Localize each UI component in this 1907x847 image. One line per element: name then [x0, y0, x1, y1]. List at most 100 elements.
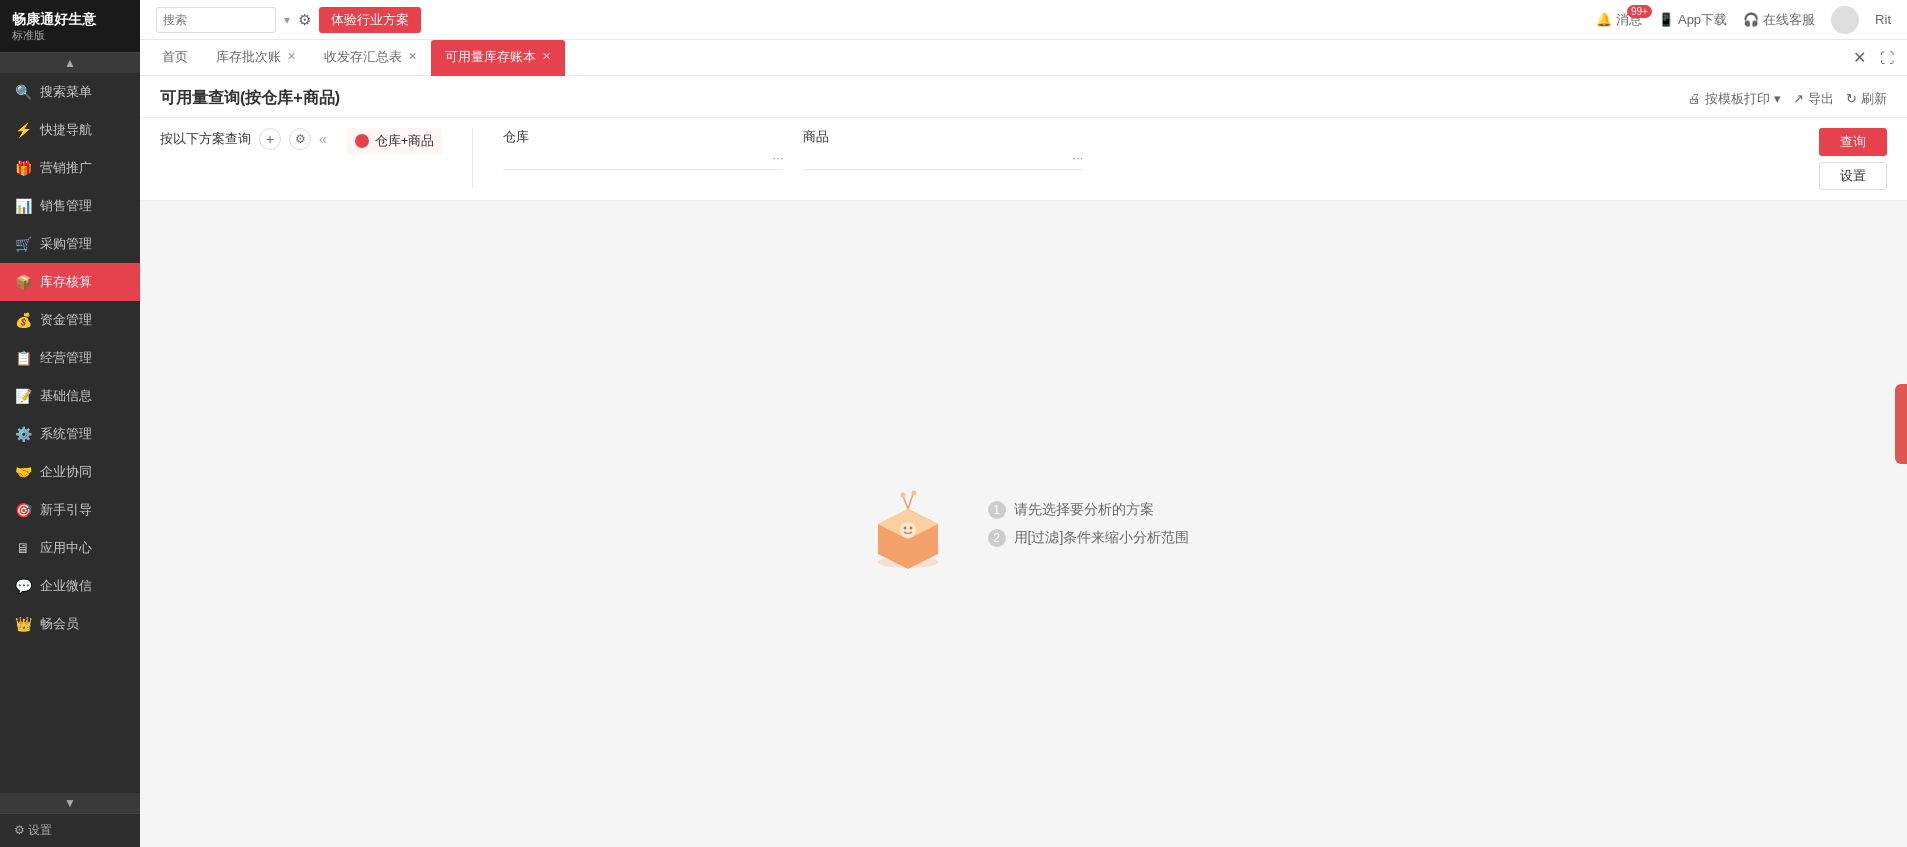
app-logo: 畅康通好生意 标准版: [0, 0, 140, 53]
message-button[interactable]: 🔔 消息 99+: [1596, 11, 1642, 29]
notes-icon: 📝: [14, 387, 32, 405]
topbar: ▾ ⚙ 体验行业方案 🔔 消息 99+ 📱 App下载 🎧 在线客服 Rit: [140, 0, 1907, 40]
topbar-search-input[interactable]: [156, 7, 276, 33]
sidebar-item-membership[interactable]: 👑 畅会员: [0, 605, 140, 643]
filter-left: 按以下方案查询 + ⚙ «: [160, 128, 327, 150]
page-title: 可用量查询(按仓库+商品): [160, 88, 340, 109]
right-scroll-handle[interactable]: [1895, 384, 1907, 464]
sidebar-item-inventory[interactable]: 📦 库存核算: [0, 263, 140, 301]
query-button[interactable]: 查询: [1819, 128, 1887, 156]
industry-solution-button[interactable]: 体验行业方案: [319, 7, 421, 33]
warehouse-field-label: 仓库: [503, 128, 783, 146]
refresh-button[interactable]: ↻ 刷新: [1846, 90, 1887, 108]
tab-bar: 首页 库存批次账 ✕ 收发存汇总表 ✕ 可用量库存账本 ✕ ✕ ⛶: [140, 40, 1907, 76]
gift-icon: 🎁: [14, 159, 32, 177]
filter-fields: 仓库 ··· 商品 ···: [503, 128, 1779, 170]
warehouse-field-input-wrapper: ···: [503, 150, 783, 170]
sidebar-bottom[interactable]: ⚙ 设置: [0, 813, 140, 847]
tab-receipt-summary[interactable]: 收发存汇总表 ✕: [310, 40, 431, 76]
sidebar-scroll-down[interactable]: ▼: [0, 793, 140, 813]
filter-scheme-list: 仓库+商品: [347, 128, 443, 154]
search-icon: 🔍: [14, 83, 32, 101]
app-download-button[interactable]: 📱 App下载: [1658, 11, 1727, 29]
settings-small-button[interactable]: 设置: [1819, 162, 1887, 190]
tab-home[interactable]: 首页: [148, 40, 202, 76]
filter-label: 按以下方案查询: [160, 130, 251, 148]
goods-input[interactable]: [803, 150, 1072, 165]
filter-settings-button[interactable]: ⚙: [289, 128, 311, 150]
tab-expand-button[interactable]: ⛶: [1875, 46, 1899, 70]
tab-close-button[interactable]: ✕: [1847, 46, 1871, 70]
crown-icon: 👑: [14, 615, 32, 633]
money-icon: 💰: [14, 311, 32, 329]
app-version: 标准版: [12, 28, 128, 42]
tab-label: 可用量库存账本: [445, 48, 536, 66]
tab-close-icon[interactable]: ✕: [408, 50, 417, 63]
page-header-actions: 🖨 按模板打印 ▾ ↗ 导出 ↻ 刷新: [1688, 90, 1887, 108]
svg-line-9: [908, 494, 913, 509]
goods-field-input-wrapper: ···: [803, 150, 1083, 170]
svg-point-11: [911, 491, 916, 496]
tip-num-1: 1: [988, 501, 1006, 519]
print-chevron-icon: ▾: [1774, 91, 1781, 106]
sidebar-item-label: 快捷导航: [40, 121, 92, 139]
target-icon: 🎯: [14, 501, 32, 519]
filter-collapse-button[interactable]: «: [319, 131, 327, 147]
sidebar: 畅康通好生意 标准版 ▲ 🔍 搜索菜单 ⚡ 快捷导航 🎁 营销推广 📊 销售管理…: [0, 0, 140, 847]
sidebar-item-label: 新手引导: [40, 501, 92, 519]
tabs-right-controls: ✕ ⛶: [1847, 46, 1899, 70]
tab-close-icon[interactable]: ✕: [542, 50, 551, 63]
export-button[interactable]: ↗ 导出: [1793, 90, 1834, 108]
phone-icon: 📱: [1658, 12, 1674, 27]
monitor-icon: 🖥: [14, 539, 32, 557]
filter-field-warehouse: 仓库 ···: [503, 128, 783, 170]
sidebar-item-quicknav[interactable]: ⚡ 快捷导航: [0, 111, 140, 149]
tab-close-icon[interactable]: ✕: [287, 50, 296, 63]
main-content: ▾ ⚙ 体验行业方案 🔔 消息 99+ 📱 App下载 🎧 在线客服 Rit 首…: [140, 0, 1907, 847]
sidebar-item-label: 基础信息: [40, 387, 92, 405]
chat-icon: 💬: [14, 577, 32, 595]
tab-available-inventory[interactable]: 可用量库存账本 ✕: [431, 40, 565, 76]
warehouse-input[interactable]: [503, 150, 772, 165]
warehouse-more-icon[interactable]: ···: [773, 150, 784, 165]
sidebar-item-purchase[interactable]: 🛒 采购管理: [0, 225, 140, 263]
cart-icon: 🛒: [14, 235, 32, 253]
filter-actions-right: 查询 设置: [1799, 128, 1887, 190]
filter-add-button[interactable]: +: [259, 128, 281, 150]
sidebar-item-label: 资金管理: [40, 311, 92, 329]
sidebar-item-label: 营销推广: [40, 159, 92, 177]
sidebar-item-app-center[interactable]: 🖥 应用中心: [0, 529, 140, 567]
print-button[interactable]: 🖨 按模板打印 ▾: [1688, 90, 1781, 108]
sidebar-item-label: 畅会员: [40, 615, 79, 633]
sidebar-item-finance[interactable]: 💰 资金管理: [0, 301, 140, 339]
sidebar-item-marketing[interactable]: 🎁 营销推广: [0, 149, 140, 187]
sidebar-scroll-up[interactable]: ▲: [0, 53, 140, 73]
bell-icon: 🔔: [1596, 12, 1612, 27]
sidebar-item-system[interactable]: ⚙️ 系统管理: [0, 415, 140, 453]
goods-more-icon[interactable]: ···: [1073, 150, 1084, 165]
sidebar-item-operations[interactable]: 📋 经营管理: [0, 339, 140, 377]
svg-point-5: [900, 522, 916, 538]
filter-area: 按以下方案查询 + ⚙ « 仓库+商品 仓库 ··· 商品: [140, 118, 1907, 201]
empty-state: 1 请先选择要分析的方案 2 用[过滤]条件来缩小分析范围: [858, 474, 1190, 574]
scheme-item-warehouse-goods[interactable]: 仓库+商品: [347, 128, 443, 154]
sidebar-item-label: 销售管理: [40, 197, 92, 215]
sidebar-item-label: 系统管理: [40, 425, 92, 443]
chevron-down-icon[interactable]: ▾: [284, 13, 290, 27]
headset-icon: 🎧: [1743, 12, 1759, 27]
sidebar-item-sales[interactable]: 📊 销售管理: [0, 187, 140, 225]
scheme-active-icon: [355, 134, 369, 148]
sidebar-item-label: 企业协同: [40, 463, 92, 481]
sidebar-item-wechat[interactable]: 💬 企业微信: [0, 567, 140, 605]
sidebar-item-collab[interactable]: 🤝 企业协同: [0, 453, 140, 491]
box-icon: 📦: [14, 273, 32, 291]
tab-inventory-batch[interactable]: 库存批次账 ✕: [202, 40, 310, 76]
online-service-button[interactable]: 🎧 在线客服: [1743, 11, 1815, 29]
sidebar-item-basic-info[interactable]: 📝 基础信息: [0, 377, 140, 415]
empty-tips: 1 请先选择要分析的方案 2 用[过滤]条件来缩小分析范围: [988, 501, 1190, 547]
user-avatar[interactable]: [1831, 6, 1859, 34]
sidebar-item-search[interactable]: 🔍 搜索菜单: [0, 73, 140, 111]
topbar-gear-icon[interactable]: ⚙: [298, 11, 311, 29]
sidebar-item-newbie[interactable]: 🎯 新手引导: [0, 491, 140, 529]
scheme-label: 仓库+商品: [375, 132, 435, 150]
